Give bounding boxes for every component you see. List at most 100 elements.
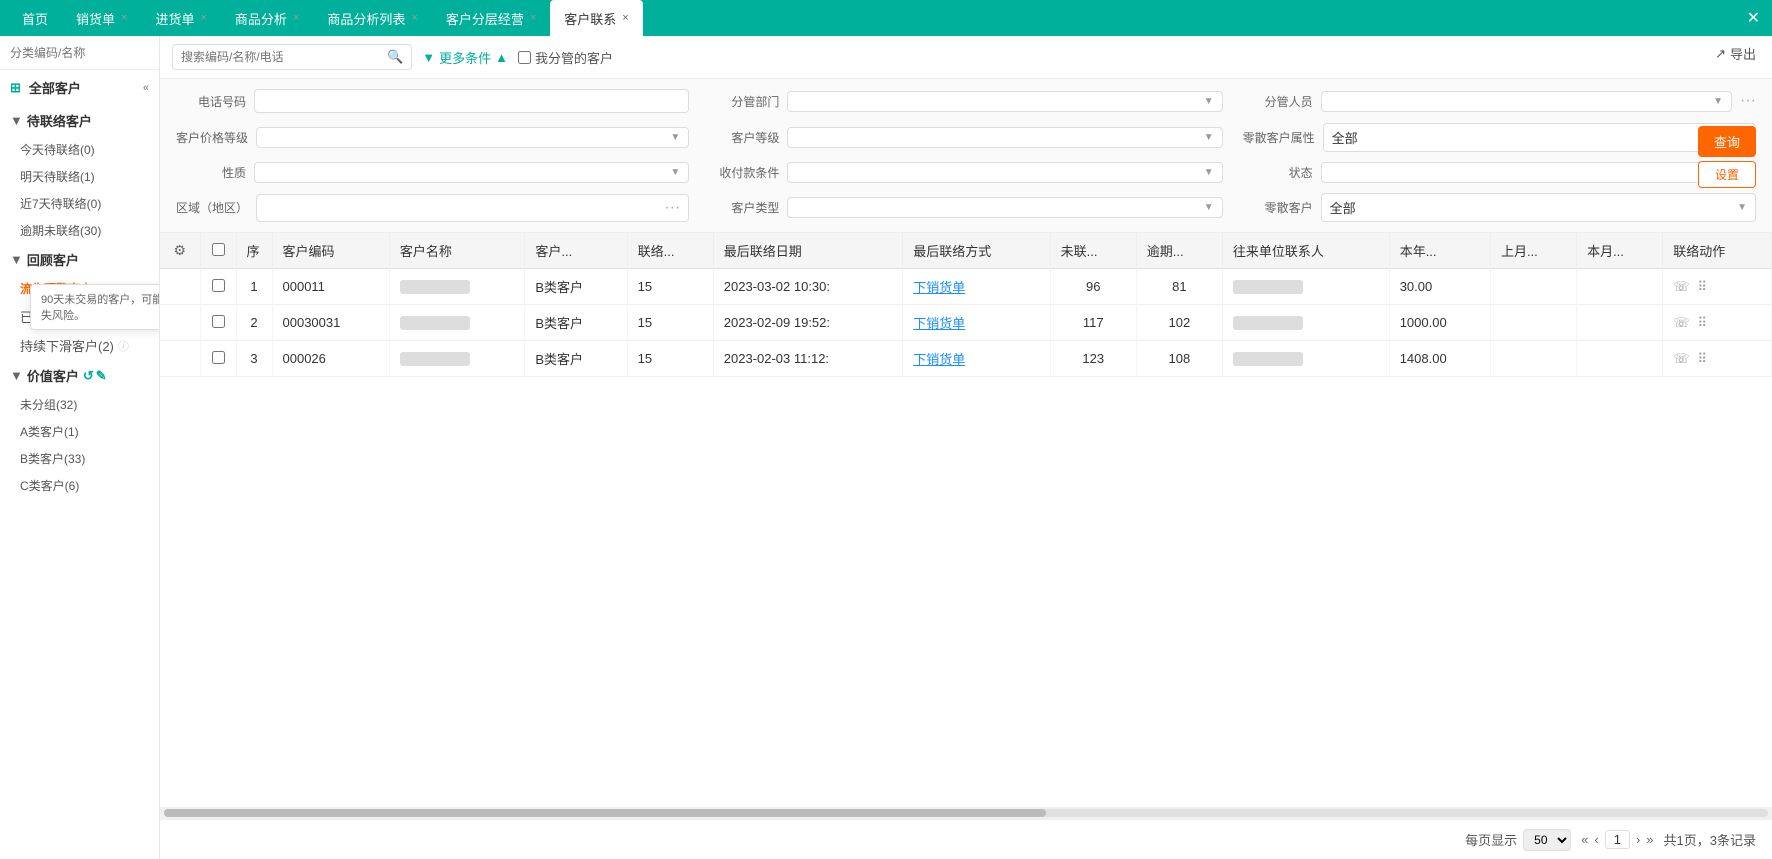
row-action-phone-2[interactable]: ☏ [1673,315,1689,331]
window-close-button[interactable]: ✕ [1747,8,1760,28]
edit-icon[interactable]: ✎ [96,368,107,384]
chevron-down-icon-6: ▼ [670,167,680,178]
table-settings-icon[interactable]: ⚙ [173,242,186,258]
filter-label-region: 区域（地区） [176,199,248,216]
sidebar-section-review[interactable]: ▼ 回顾客户 [0,244,159,275]
sidebar-item-c-class[interactable]: C类客户(6) [0,472,159,499]
advanced-filter: 电话号码 分管部门 ▼ 分管人员 ▼ ··· 客户价格等级 [160,79,1772,233]
close-tab-goods-list[interactable]: × [411,12,417,24]
filter-label-gender: 性质 [176,164,246,181]
row-action-more-3[interactable]: ⠿ [1697,351,1707,367]
nav-tab-customer-contact[interactable]: 客户联系 × [550,0,642,36]
per-page-select[interactable]: 50 [1523,829,1571,851]
filter-select-payment[interactable]: ▼ [787,162,1222,183]
sidebar-item-overdue[interactable]: 逾期未联络(30) [0,217,159,244]
filter-select-gender[interactable]: ▼ [254,162,689,183]
col-action: 联络动作 [1663,233,1772,269]
nav-tab-sales[interactable]: 销货单 × [62,0,141,36]
nav-tab-goods-analysis[interactable]: 商品分析 × [221,0,313,36]
pagination-nav: « ‹ 1 › » [1581,830,1653,849]
sidebar-item-unsorted[interactable]: 未分组(32) [0,391,159,418]
chevron-down-icon-7: ▼ [1204,167,1214,178]
pagination-last[interactable]: » [1646,832,1653,847]
close-tab-sales[interactable]: × [121,12,127,24]
nav-tab-customer-layer[interactable]: 客户分层经营 × [432,0,550,36]
filter-input-phone[interactable] [254,89,689,113]
my-customers-checkbox[interactable] [518,51,531,64]
more-conditions-button[interactable]: ▼ 更多条件 ▲ [422,48,508,67]
filter-select-status[interactable]: ▼ [1321,162,1756,183]
chevron-up-icon: ▲ [495,50,508,65]
settings-button[interactable]: 设置 [1698,161,1756,188]
row-action-phone-3[interactable]: ☏ [1673,351,1689,367]
method-link-2[interactable]: 下销货单 [913,316,965,331]
row-action-more-1[interactable]: ⠿ [1697,279,1707,295]
filter-select-customer-level[interactable]: ▼ [787,127,1222,148]
table-row: 2 00030031 B类客户 15 2023-02-09 19:52: 下销货… [160,305,1772,341]
sidebar-all-customers[interactable]: ⊞ 全部客户 « [0,70,159,105]
col-this-month: 本月... [1577,233,1663,269]
horizontal-scrollbar[interactable] [160,807,1772,819]
filter-row-dept: 分管部门 ▼ [709,89,1222,113]
select-all-checkbox[interactable] [212,243,225,256]
sidebar-section-pending[interactable]: ▼ 待联络客户 [0,105,159,136]
customer-table: ⚙ 序 客户编码 客户名称 客户... 联络... 最后联络日期 最后联络方式 … [160,233,1772,377]
row-action-phone-1[interactable]: ☏ [1673,279,1689,295]
query-button[interactable]: 查询 [1698,126,1756,157]
row-uncontacted-2: 117 [1050,305,1136,341]
pagination-prev[interactable]: ‹ [1594,832,1598,847]
filter-select-region[interactable]: ··· [256,194,689,222]
row-checkbox-3[interactable] [212,351,225,364]
manager-dots[interactable]: ··· [1740,92,1756,110]
method-link-1[interactable]: 下销货单 [913,280,965,295]
sidebar-item-tomorrow[interactable]: 明天待联络(1) [0,163,159,190]
close-tab-purchase[interactable]: × [200,12,206,24]
scrollbar-thumb[interactable] [164,809,1046,817]
filter-row-customer-level: 客户等级 ▼ [709,123,1222,152]
pagination-first[interactable]: « [1581,832,1588,847]
pagination-next[interactable]: › [1636,832,1640,847]
filter-label-zero-attr: 零散客户属性 [1243,129,1315,146]
sidebar-search-input[interactable] [10,46,160,60]
table-footer: 每页显示 50 « ‹ 1 › » 共1页，3条记录 [160,819,1772,859]
filter-select-price-level[interactable]: ▼ [256,127,689,148]
filter-select-zero-customer[interactable]: 全部 ▼ [1321,193,1756,222]
sidebar-item-b-class[interactable]: B类客户(33) [0,445,159,472]
filter-label-manager: 分管人员 [1243,93,1313,110]
filter-select-customer-type[interactable]: ▼ [787,197,1222,218]
close-tab-goods-analysis[interactable]: × [293,12,299,24]
row-checkbox-2[interactable] [212,315,225,328]
nav-tab-purchase[interactable]: 进货单 × [141,0,220,36]
filter-select-zero-attr[interactable]: 全部 ▼ [1323,123,1756,152]
scrollbar-track [164,809,1768,817]
sidebar-section-value[interactable]: ▼ 价值客户 ↺ ✎ [0,360,159,391]
col-customer-type: 客户... [525,233,627,269]
method-link-3[interactable]: 下销货单 [913,352,965,367]
close-tab-customer-contact[interactable]: × [622,12,628,24]
refresh-icon[interactable]: ↺ [83,368,94,384]
row-checkbox-1[interactable] [212,279,225,292]
chevron-down-icon-2: ▼ [1713,96,1723,107]
sidebar-item-today[interactable]: 今天待联络(0) [0,136,159,163]
nav-home[interactable]: 首页 [8,0,62,36]
sidebar-item-7days[interactable]: 近7天待联络(0) [0,190,159,217]
row-last-month-3 [1490,341,1576,377]
col-index: 序 [236,233,272,269]
table-row: 1 000011 B类客户 15 2023-03-02 10:30: 下销货单 … [160,269,1772,305]
row-code-1: 000011 [272,269,389,305]
search-submit-icon[interactable]: 🔍 [387,49,403,65]
arrow-down-icon-3: ▼ [10,368,23,383]
nav-tab-goods-list[interactable]: 商品分析列表 × [313,0,431,36]
filter-row-gender: 性质 ▼ [176,162,689,183]
sidebar-tooltip: 90天未交易的客户，可能有流失风险。 [30,284,160,330]
row-action-more-2[interactable]: ⠿ [1697,315,1707,331]
region-dots[interactable]: ··· [664,199,680,217]
sidebar-item-declining[interactable]: 持续下滑客户(2) ⓘ [0,331,159,360]
sidebar-item-a-class[interactable]: A类客户(1) [0,418,159,445]
filter-select-manager[interactable]: ▼ [1321,91,1732,112]
search-input[interactable] [181,50,381,64]
export-button[interactable]: ↗ 导出 [1715,44,1756,63]
row-contact-3: 15 [627,341,713,377]
filter-select-dept[interactable]: ▼ [787,91,1222,112]
close-tab-customer-layer[interactable]: × [530,12,536,24]
